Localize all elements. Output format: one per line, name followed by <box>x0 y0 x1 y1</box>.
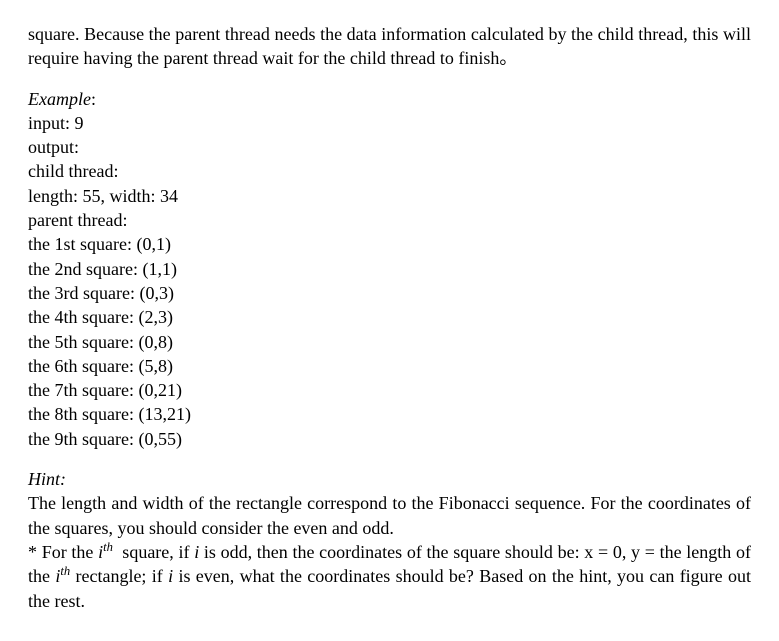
square-line: the 7th square: (0,21) <box>28 378 751 402</box>
square-line: the 3rd square: (0,3) <box>28 281 751 305</box>
example-heading: Example <box>28 89 91 109</box>
child-thread-values: length: 55, width: 34 <box>28 184 751 208</box>
hint-block: Hint: The length and width of the rectan… <box>28 467 751 613</box>
child-thread-label: child thread: <box>28 159 751 183</box>
square-line: the 6th square: (5,8) <box>28 354 751 378</box>
th-sup: th <box>60 564 70 578</box>
hint-line-1: The length and width of the rectangle co… <box>28 491 751 540</box>
square-line: the 9th square: (0,55) <box>28 427 751 451</box>
hint-bullet: * For the ith square, if i is odd, then … <box>28 540 751 613</box>
intro-paragraph: square. Because the parent thread needs … <box>28 22 751 71</box>
example-output-label: output: <box>28 135 751 159</box>
example-input: input: 9 <box>28 111 751 135</box>
square-line: the 1st square: (0,1) <box>28 232 751 256</box>
square-line: the 4th square: (2,3) <box>28 305 751 329</box>
parent-thread-label: parent thread: <box>28 208 751 232</box>
hint-heading: Hint: <box>28 467 751 491</box>
hint-text: square, if <box>118 542 195 562</box>
square-line: the 8th square: (13,21) <box>28 402 751 426</box>
square-line: the 2nd square: (1,1) <box>28 257 751 281</box>
example-block: Example: input: 9 output: child thread: … <box>28 87 751 451</box>
th-sup: th <box>103 540 113 554</box>
hint-text: rectangle; if <box>70 566 168 586</box>
square-line: the 5th square: (0,8) <box>28 330 751 354</box>
hint-text: * For the <box>28 542 98 562</box>
